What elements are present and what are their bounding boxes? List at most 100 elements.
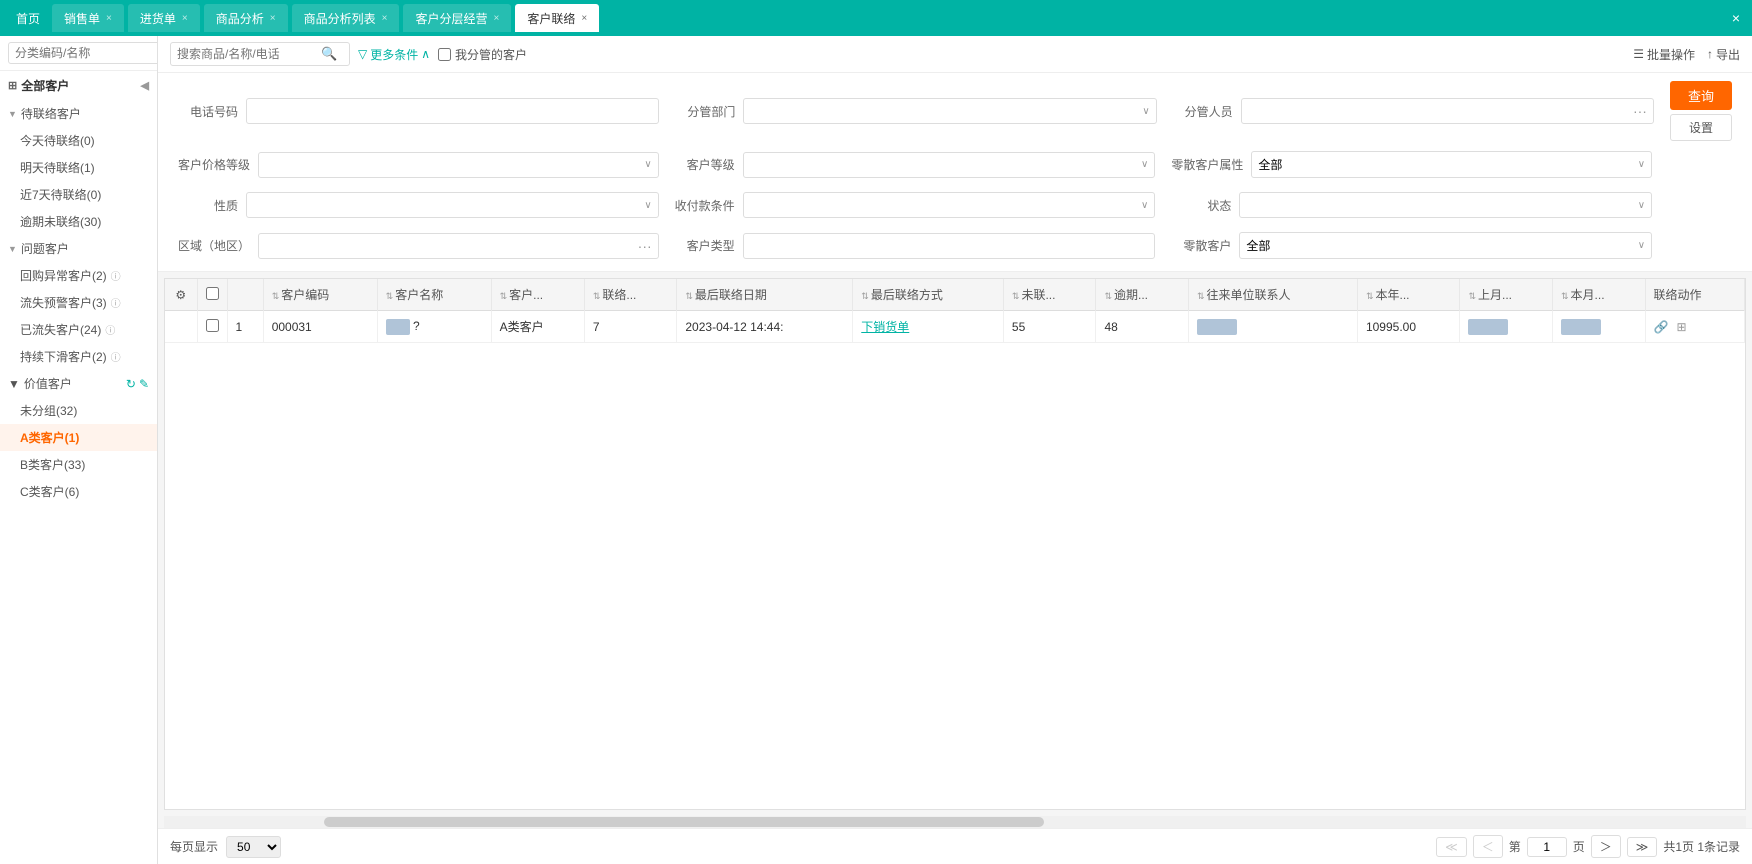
- batch-operation-button[interactable]: ☰ 批量操作: [1633, 46, 1695, 63]
- filter-select-person[interactable]: ···: [1241, 98, 1654, 124]
- tab-product-analysis[interactable]: 商品分析 ×: [204, 4, 288, 32]
- last-method-link[interactable]: 下销货单: [861, 320, 909, 334]
- column-action: 联络动作: [1645, 279, 1744, 311]
- first-page-button[interactable]: ≪: [1436, 837, 1467, 857]
- column-settings[interactable]: ⚙: [165, 279, 197, 311]
- page-number-input[interactable]: [1527, 837, 1567, 857]
- tab-sales-order-close[interactable]: ×: [106, 13, 112, 24]
- tab-purchase-order-close[interactable]: ×: [182, 13, 188, 24]
- dots-icon-person[interactable]: ···: [1633, 103, 1647, 119]
- tab-product-analysis-list[interactable]: 商品分析列表 ×: [292, 4, 400, 32]
- filter-select-retail-attr[interactable]: 全部 ∨: [1251, 151, 1652, 178]
- settings-button[interactable]: 设置: [1670, 114, 1732, 141]
- tab-sales-order-label: 销售单: [64, 10, 100, 27]
- search-icon[interactable]: 🔍: [321, 46, 337, 62]
- sidebar-item-churned-label: 已流失客户(24): [20, 321, 101, 338]
- column-last-date[interactable]: ⇅最后联络日期: [677, 279, 853, 311]
- dots-icon-region[interactable]: ···: [638, 238, 652, 254]
- query-button[interactable]: 查询: [1670, 81, 1732, 110]
- filter-input-phone[interactable]: [246, 98, 659, 124]
- action-link-icon[interactable]: 🔗: [1654, 320, 1669, 334]
- last-page-button[interactable]: ≫: [1627, 837, 1658, 857]
- sidebar-item-today-contact[interactable]: 今天待联络(0): [0, 127, 157, 154]
- column-name[interactable]: ⇅客户名称: [377, 279, 491, 311]
- row-checkbox-1[interactable]: [206, 319, 219, 332]
- horizontal-scrollbar[interactable]: [164, 816, 1746, 828]
- tab-customer-contact-close[interactable]: ×: [581, 13, 587, 24]
- column-contact-person[interactable]: ⇅往来单位联系人: [1188, 279, 1357, 311]
- filter-select-retail[interactable]: 全部 ∨: [1239, 232, 1652, 259]
- tab-customer-contact[interactable]: 客户联络 ×: [515, 4, 599, 32]
- more-filter-button[interactable]: ▽ 更多条件 ∧: [358, 46, 430, 63]
- filter-cell-status: 状态 ∨: [1163, 188, 1660, 222]
- filter-input-customer-type[interactable]: [743, 233, 1156, 259]
- tab-purchase-order[interactable]: 进货单 ×: [128, 4, 200, 32]
- column-last-method[interactable]: ⇅最后联络方式: [853, 279, 1004, 311]
- sidebar-item-class-b[interactable]: B类客户(33): [0, 451, 157, 478]
- sidebar-item-abnormal-repurchase[interactable]: 回购异常客户(2) ⓘ: [0, 262, 157, 289]
- tab-sales-order[interactable]: 销售单 ×: [52, 4, 124, 32]
- sidebar-item-declining[interactable]: 持续下滑客户(2) ⓘ: [0, 343, 157, 370]
- cell-last-method[interactable]: 下销货单: [853, 311, 1004, 343]
- toolbar: 🔍 ▽ 更多条件 ∧ 我分管的客户 ☰ 批量操作 ↑ 导出: [158, 36, 1752, 73]
- sidebar-item-tomorrow-contact[interactable]: 明天待联络(1): [0, 154, 157, 181]
- filter-select-status[interactable]: ∨: [1239, 192, 1652, 218]
- column-this-year[interactable]: ⇅本年...: [1357, 279, 1459, 311]
- all-customers-header[interactable]: ⊞ 全部客户 ◀: [0, 71, 157, 100]
- sidebar-item-7day-contact[interactable]: 近7天待联络(0): [0, 181, 157, 208]
- action-icons: 🔗 ⊞: [1654, 320, 1736, 334]
- sidebar-item-class-a[interactable]: A类客户(1): [0, 424, 157, 451]
- value-customers-edit-icon[interactable]: ✎: [139, 377, 149, 391]
- next-page-button[interactable]: ＞: [1591, 835, 1621, 858]
- filter-select-price-level[interactable]: ∨: [258, 152, 659, 178]
- filter-retail-value: 全部: [1246, 237, 1270, 254]
- scrollbar-thumb[interactable]: [324, 817, 1044, 827]
- filter-label-region: 区域（地区）: [178, 237, 250, 254]
- filter-actions: 查询 设置: [1662, 81, 1740, 141]
- my-customers-checkbox[interactable]: [438, 48, 451, 61]
- tab-customer-tier-close[interactable]: ×: [493, 13, 499, 24]
- sidebar-item-churn-warning[interactable]: 流失预警客户(3) ⓘ: [0, 289, 157, 316]
- filter-select-region[interactable]: ···: [258, 233, 659, 259]
- prev-page-button[interactable]: ＜: [1473, 835, 1503, 858]
- filter-select-customer-level[interactable]: ∨: [743, 152, 1156, 178]
- tab-customer-tier[interactable]: 客户分层经营 ×: [403, 4, 511, 32]
- sidebar-item-churned[interactable]: 已流失客户(24) ⓘ: [0, 316, 157, 343]
- cell-checkbox[interactable]: [197, 311, 227, 343]
- column-code[interactable]: ⇅客户编码: [263, 279, 377, 311]
- sidebar-item-overdue-contact[interactable]: 逾期未联络(30): [0, 208, 157, 235]
- sidebar-item-unclassified[interactable]: 未分组(32): [0, 397, 157, 424]
- select-all-checkbox[interactable]: [206, 287, 219, 300]
- value-customers-refresh-icon[interactable]: ↻: [126, 377, 136, 391]
- filter-icon: ▽: [358, 47, 367, 61]
- column-no-contact[interactable]: ⇅未联...: [1003, 279, 1096, 311]
- problem-customers-header[interactable]: ▼ 问题客户: [0, 235, 157, 262]
- more-filter-label: 更多条件: [370, 46, 418, 63]
- column-level[interactable]: ⇅客户...: [491, 279, 584, 311]
- sort-icon-this-month: ⇅: [1561, 291, 1569, 301]
- column-this-month[interactable]: ⇅本月...: [1552, 279, 1645, 311]
- content-area: 🔍 ▽ 更多条件 ∧ 我分管的客户 ☰ 批量操作 ↑ 导出: [158, 36, 1752, 864]
- per-page-select[interactable]: 50 100: [226, 836, 281, 858]
- value-customers-header[interactable]: ▼ 价值客户 ↻ ✎: [0, 370, 157, 397]
- close-all-tabs[interactable]: ×: [1728, 10, 1744, 26]
- info-icon-3: ⓘ: [111, 349, 121, 364]
- filter-select-payment[interactable]: ∨: [743, 192, 1156, 218]
- sidebar-item-class-c[interactable]: C类客户(6): [0, 478, 157, 505]
- home-tab[interactable]: 首页: [8, 10, 48, 27]
- column-last-month[interactable]: ⇅上月...: [1460, 279, 1553, 311]
- action-grid-icon[interactable]: ⊞: [1676, 320, 1686, 334]
- export-button[interactable]: ↑ 导出: [1707, 46, 1740, 63]
- tab-product-analysis-list-close[interactable]: ×: [382, 13, 388, 24]
- column-contact-count[interactable]: ⇅联络...: [584, 279, 677, 311]
- tab-product-analysis-close[interactable]: ×: [270, 13, 276, 24]
- sidebar-collapse-icon[interactable]: ◀: [141, 79, 149, 92]
- filter-select-dept[interactable]: ∨: [743, 98, 1156, 124]
- pending-contact-header[interactable]: ▼ 待联络客户: [0, 100, 157, 127]
- sidebar-search-input[interactable]: [8, 42, 158, 64]
- column-overdue[interactable]: ⇅逾期...: [1096, 279, 1189, 311]
- column-checkbox[interactable]: [197, 279, 227, 311]
- filter-row-2: 客户价格等级 ∨ 客户等级 ∨ 零散客户属性 全部: [170, 147, 1740, 182]
- search-input[interactable]: [177, 47, 317, 61]
- filter-select-nature[interactable]: ∨: [246, 192, 659, 218]
